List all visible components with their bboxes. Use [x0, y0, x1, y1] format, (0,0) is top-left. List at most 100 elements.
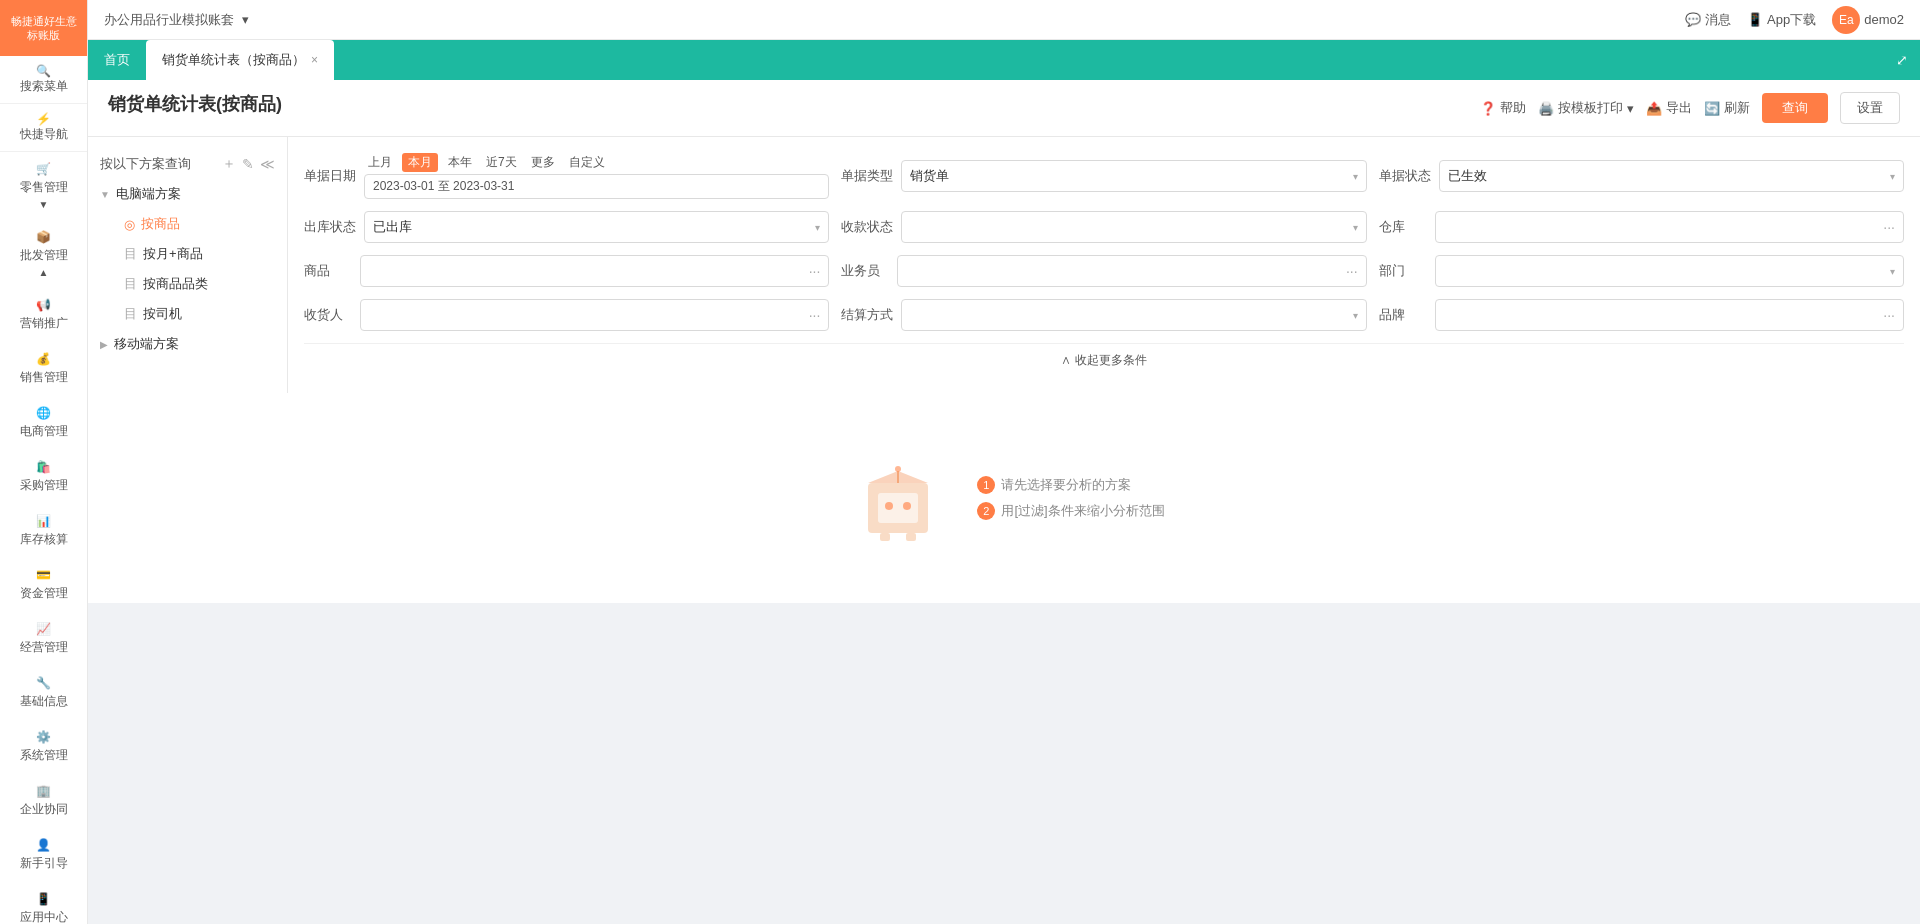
finance-icon: 💳 [36, 568, 51, 582]
page-title: 销货单统计表(按商品) [108, 92, 282, 128]
goods-label: 商品 [304, 262, 352, 280]
sidebar-item-sales[interactable]: 💰 销售管理 [0, 342, 87, 396]
warehouse-more-icon[interactable]: ··· [1883, 219, 1895, 235]
goods-more-icon[interactable]: ··· [809, 263, 821, 279]
tree-node-by-month-goods[interactable]: 目 按月+商品 [88, 239, 287, 269]
logo-text: 畅捷通好生意 标账版 [11, 14, 77, 43]
empty-hint-2: 2 用[过滤]条件来缩小分析范围 [977, 502, 1164, 520]
help-icon: ❓ [1480, 101, 1496, 116]
tree-node-by-category[interactable]: 目 按商品品类 [88, 269, 287, 299]
print-dropdown-icon: ▾ [1627, 101, 1634, 116]
consignee-input[interactable]: ··· [360, 299, 829, 331]
sales-icon: 💰 [36, 352, 51, 366]
left-nav-header: 按以下方案查询 ＋ ✎ ≪ [88, 149, 287, 179]
out-status-select[interactable]: 已出库 ▾ [364, 211, 829, 243]
enterprise-icon: 🏢 [36, 784, 51, 798]
phone-icon: 📱 [1747, 12, 1763, 27]
dept-select[interactable]: ▾ [1435, 255, 1904, 287]
tab-sales-stats[interactable]: 销货单统计表（按商品） × [146, 40, 334, 80]
sidebar-item-inventory[interactable]: 📊 库存核算 [0, 504, 87, 558]
tab-close-icon[interactable]: × [311, 53, 318, 67]
collapse-bar[interactable]: ∧ 收起更多条件 [304, 343, 1904, 377]
tree-node-pc[interactable]: ▼ 电脑端方案 [88, 179, 287, 209]
tab-home[interactable]: 首页 [88, 40, 146, 80]
sidebar-item-marketing[interactable]: 📢 营销推广 [0, 288, 87, 342]
sidebar-item-operations[interactable]: 📈 经营管理 [0, 612, 87, 666]
salesman-label: 业务员 [841, 262, 889, 280]
brand-more-icon[interactable]: ··· [1883, 307, 1895, 323]
tab-bar: 首页 销货单统计表（按商品） × ⤢ [88, 40, 1920, 80]
doc-status-select[interactable]: 已生效 ▾ [1439, 160, 1904, 192]
date-label: 单据日期 [304, 167, 356, 185]
salesman-more-icon[interactable]: ··· [1346, 263, 1358, 279]
date-tab-more[interactable]: 更多 [527, 153, 559, 172]
operations-icon: 📈 [36, 622, 51, 636]
user-menu[interactable]: Ea demo2 [1832, 6, 1904, 34]
app-download-btn[interactable]: 📱 App下载 [1747, 11, 1816, 29]
query-button[interactable]: 查询 [1762, 93, 1828, 123]
brand-label: 品牌 [1379, 306, 1427, 324]
help-btn[interactable]: ❓ 帮助 [1480, 99, 1526, 117]
filter-consignee: 收货人 ··· [304, 299, 829, 331]
receipt-status-select[interactable]: ▾ [901, 211, 1366, 243]
doc-type-arrow: ▾ [1353, 171, 1358, 182]
date-tab-last-month[interactable]: 上月 [364, 153, 396, 172]
date-range-input[interactable]: 2023-03-01 至 2023-03-31 [364, 174, 829, 199]
empty-hint-1: 1 请先选择要分析的方案 [977, 476, 1164, 494]
date-tab-7days[interactable]: 近7天 [482, 153, 521, 172]
filter-brand: 品牌 ··· [1379, 299, 1904, 331]
dropdown-icon: ▾ [242, 12, 249, 27]
sidebar-item-quick[interactable]: ⚡ 快捷导航 [0, 104, 87, 152]
payment-arrow: ▾ [1353, 310, 1358, 321]
out-status-label: 出库状态 [304, 218, 356, 236]
refresh-btn[interactable]: 🔄 刷新 [1704, 99, 1750, 117]
warehouse-label: 仓库 [1379, 218, 1427, 236]
active-scheme-icon: ◎ [124, 217, 135, 232]
brand-input[interactable]: ··· [1435, 299, 1904, 331]
newuser-icon: 👤 [36, 838, 51, 852]
avatar: Ea [1832, 6, 1860, 34]
sidebar-item-search[interactable]: 🔍 搜索菜单 [0, 56, 87, 104]
sidebar-item-system[interactable]: ⚙️ 系统管理 [0, 720, 87, 774]
export-btn[interactable]: 📤 导出 [1646, 99, 1692, 117]
tab-expand-icon[interactable]: ⤢ [1884, 52, 1920, 68]
warehouse-input[interactable]: ··· [1435, 211, 1904, 243]
sidebar-item-newuser[interactable]: 👤 新手引导 [0, 828, 87, 882]
filter-date: 单据日期 上月 本月 本年 近7天 更多 自定义 2023-03-01 至 20… [304, 153, 829, 199]
edit-scheme-icon[interactable]: ✎ [242, 156, 254, 172]
sidebar-item-finance[interactable]: 💳 资金管理 [0, 558, 87, 612]
add-scheme-icon[interactable]: ＋ [222, 155, 236, 173]
settings-button[interactable]: 设置 [1840, 92, 1900, 124]
sidebar-item-enterprise[interactable]: 🏢 企业协同 [0, 774, 87, 828]
doc-type-select[interactable]: 销货单 ▾ [901, 160, 1366, 192]
date-tab-this-year[interactable]: 本年 [444, 153, 476, 172]
sidebar-item-purchase[interactable]: 🛍️ 采购管理 [0, 450, 87, 504]
collapse-nav-icon[interactable]: ≪ [260, 156, 275, 172]
sidebar-item-retail[interactable]: 🛒 零售管理 ▼ [0, 152, 87, 220]
consignee-more-icon[interactable]: ··· [809, 307, 821, 323]
date-tabs: 上月 本月 本年 近7天 更多 自定义 [364, 153, 829, 172]
tree-arrow-pc: ▼ [100, 189, 110, 200]
print-btn[interactable]: 🖨️ 按模板打印 ▾ [1538, 99, 1634, 117]
tree-node-by-goods[interactable]: ◎ 按商品 [88, 209, 287, 239]
salesman-input[interactable]: ··· [897, 255, 1366, 287]
category-icon: 目 [124, 275, 137, 293]
sidebar-item-ecommerce[interactable]: 🌐 电商管理 [0, 396, 87, 450]
goods-input[interactable]: ··· [360, 255, 829, 287]
payment-label: 结算方式 [841, 306, 893, 324]
sidebar-item-basic[interactable]: 🔧 基础信息 [0, 666, 87, 720]
date-tab-this-month[interactable]: 本月 [402, 153, 438, 172]
payment-select[interactable]: ▾ [901, 299, 1366, 331]
refresh-icon: 🔄 [1704, 101, 1720, 116]
tree-node-mobile[interactable]: ▶ 移动端方案 [88, 329, 287, 359]
tree-node-by-driver[interactable]: 目 按司机 [88, 299, 287, 329]
date-tab-custom[interactable]: 自定义 [565, 153, 609, 172]
filter-receipt-status: 收款状态 ▾ [841, 211, 1366, 243]
filter-area: 单据日期 上月 本月 本年 近7天 更多 自定义 2023-03-01 至 20… [288, 137, 1920, 393]
sidebar-item-appcenter[interactable]: 📱 应用中心 [0, 882, 87, 924]
tree-arrow-mobile: ▶ [100, 339, 108, 350]
ecommerce-icon: 🌐 [36, 406, 51, 420]
messages-btn[interactable]: 💬 消息 [1685, 11, 1731, 29]
sidebar-item-wholesale[interactable]: 📦 批发管理 ▲ [0, 220, 87, 288]
filter-payment: 结算方式 ▾ [841, 299, 1366, 331]
